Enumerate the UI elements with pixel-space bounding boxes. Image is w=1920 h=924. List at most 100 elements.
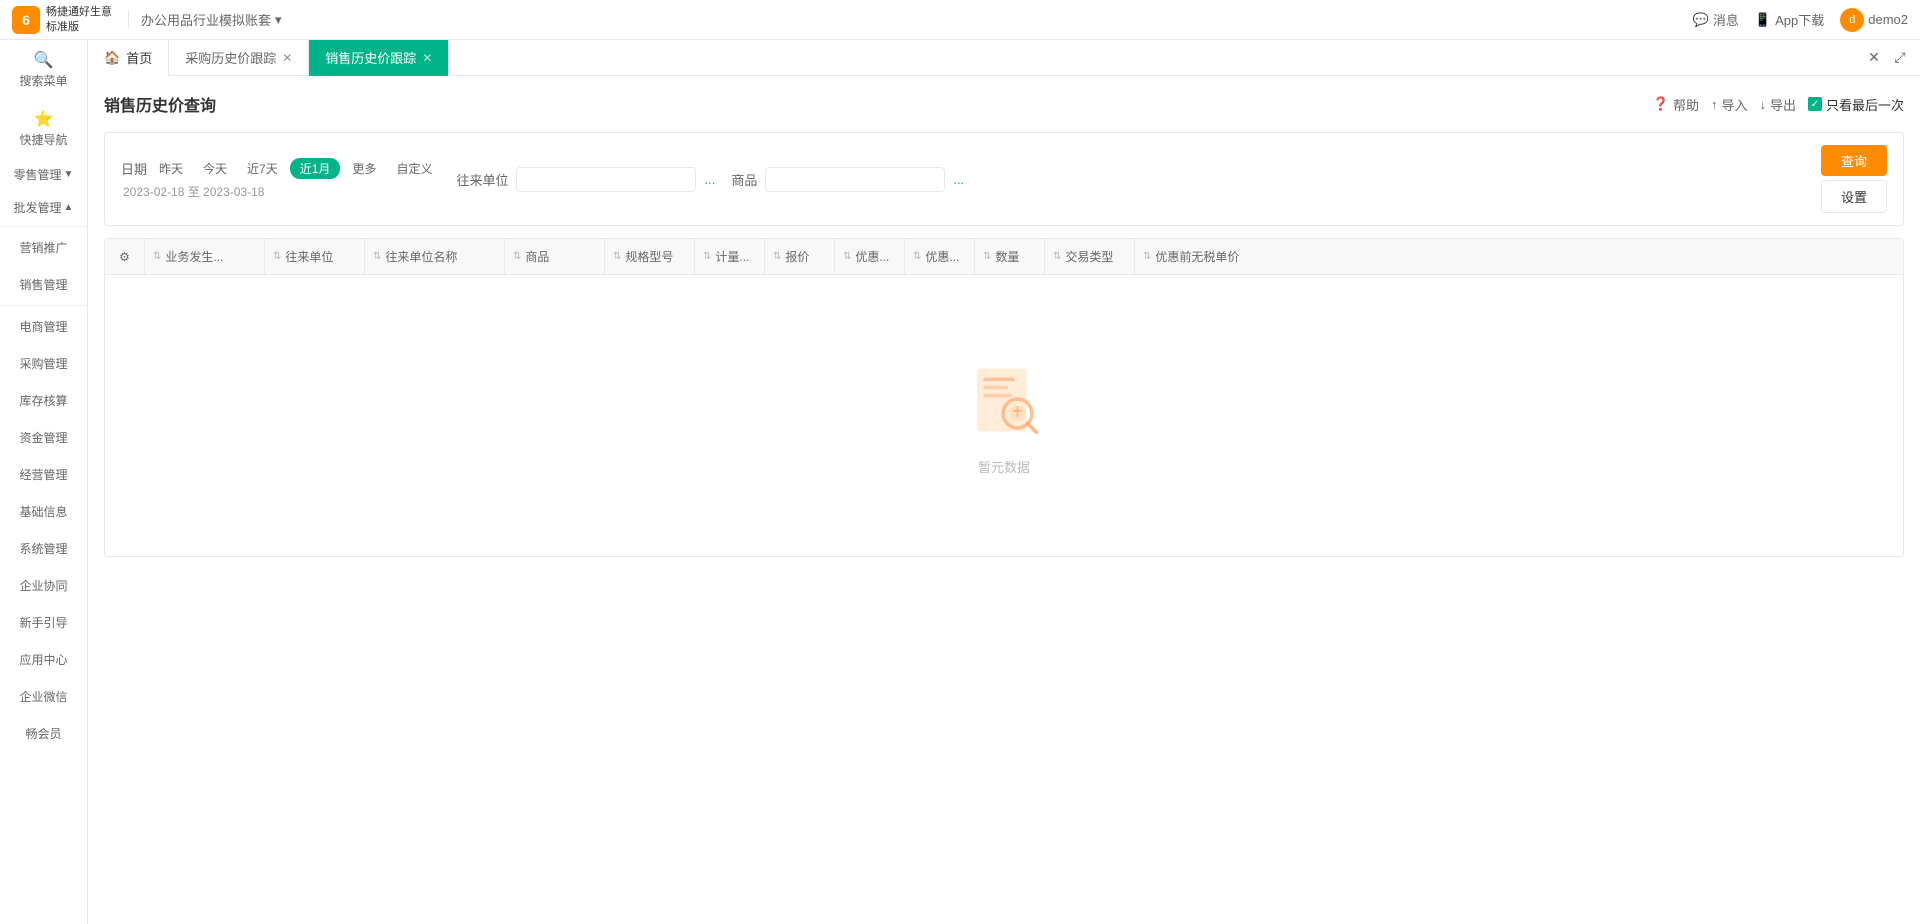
sidebar-item-label: 批发管理 (14, 199, 62, 216)
sidebar-item-label: 系统管理 (19, 540, 67, 557)
th-discount1[interactable]: ⇅ 优惠... (835, 239, 905, 274)
avatar: d (1840, 8, 1864, 32)
partner-filter: 往来单位 ... (456, 167, 715, 192)
only-last-checkbox-label[interactable]: ✓ 只看最后一次 (1808, 95, 1904, 114)
sort-icon: ⇅ (703, 251, 711, 262)
product-filter: 商品 ... (731, 167, 964, 192)
close-tab-btn[interactable]: ✕ (1862, 46, 1886, 70)
sidebar-item-label: 采购管理 (19, 355, 67, 372)
date-btn-7days[interactable]: 近7天 (239, 158, 286, 179)
th-trade-type[interactable]: ⇅ 交易类型 (1045, 239, 1135, 274)
logo-text: 畅捷通好生意 标准版 (46, 5, 112, 34)
empty-text: 暂元数据 (978, 457, 1030, 476)
sort-icon: ⇅ (913, 251, 921, 262)
sidebar-item-enterprise-collab[interactable]: 企业协同 (0, 567, 87, 604)
date-btn-custom[interactable]: 自定义 (388, 158, 440, 179)
main-layout: 🔍 搜索菜单 ⭐ 快捷导航 零售管理 ▼ 批发管理 ▲ 营销推广 销售管理 电商… (0, 40, 1920, 924)
th-biz-date[interactable]: ⇅ 业务发生... (145, 239, 265, 274)
chevron-up-icon: ▲ (64, 202, 74, 213)
chevron-down-icon: ▼ (64, 169, 74, 180)
app-download-btn[interactable]: 📱 App下载 (1755, 10, 1824, 29)
tab-close-sales[interactable]: ✕ (422, 51, 432, 65)
sidebar-item-basic-info[interactable]: 基础信息 (0, 493, 87, 530)
date-range-text: 2023-02-18 至 2023-03-18 (121, 183, 264, 200)
export-btn[interactable]: ↓ 导出 (1759, 95, 1796, 114)
date-btn-1month[interactable]: 近1月 (290, 158, 341, 179)
user-menu[interactable]: d demo2 (1840, 8, 1908, 32)
sort-icon: ⇅ (1143, 251, 1151, 262)
product-input[interactable] (765, 167, 945, 192)
only-last-checkbox[interactable]: ✓ (1808, 97, 1822, 111)
maximize-btn[interactable]: ⤢ (1888, 46, 1912, 70)
th-unit[interactable]: ⇅ 计量... (695, 239, 765, 274)
top-bar-right: 💬 消息 📱 App下载 d demo2 (1693, 8, 1908, 32)
star-icon: ⭐ (34, 109, 54, 129)
th-qty[interactable]: ⇅ 数量 (975, 239, 1045, 274)
sort-icon: ⇅ (513, 251, 521, 262)
partner-label: 往来单位 (456, 170, 508, 189)
help-btn[interactable]: ❓ 帮助 (1653, 95, 1699, 114)
sort-icon: ⇅ (983, 251, 991, 262)
sidebar-item-wholesale[interactable]: 批发管理 ▲ (0, 191, 87, 224)
search-form: 日期 昨天 今天 近7天 近1月 更多 自定义 2023-02-18 至 202… (104, 132, 1904, 226)
empty-state: 暂元数据 (105, 275, 1903, 556)
sidebar: 🔍 搜索菜单 ⭐ 快捷导航 零售管理 ▼ 批发管理 ▲ 营销推广 销售管理 电商… (0, 40, 88, 924)
message-btn[interactable]: 💬 消息 (1693, 10, 1739, 29)
tab-home[interactable]: 🏠 首页 (88, 40, 169, 76)
sidebar-item-member[interactable]: 畅会员 (0, 715, 87, 752)
product-ellipsis-btn[interactable]: ... (953, 172, 964, 187)
partner-ellipsis-btn[interactable]: ... (704, 172, 715, 187)
sidebar-item-label: 新手引导 (19, 614, 67, 631)
date-btn-yesterday[interactable]: 昨天 (151, 158, 191, 179)
sidebar-item-system[interactable]: 系统管理 (0, 530, 87, 567)
sidebar-item-search-menu[interactable]: 🔍 搜索菜单 (0, 40, 87, 99)
page-title: 销售历史价查询 (104, 92, 216, 116)
sidebar-item-retail[interactable]: 零售管理 ▼ (0, 158, 87, 191)
th-pre-tax-price[interactable]: ⇅ 优惠前无税单价 (1135, 239, 1903, 274)
sidebar-item-marketing[interactable]: 营销推广 (0, 229, 87, 266)
sidebar-item-ecommerce[interactable]: 电商管理 (0, 308, 87, 345)
right-panel: 🏠 首页 采购历史价跟踪 ✕ 销售历史价跟踪 ✕ ✕ ⤢ 销售历史价查 (88, 40, 1920, 924)
sidebar-item-label: 企业协同 (19, 577, 67, 594)
sidebar-item-purchase[interactable]: 采购管理 (0, 345, 87, 382)
partner-input[interactable] (516, 167, 696, 192)
sort-icon: ⇅ (843, 251, 851, 262)
th-settings[interactable]: ⚙ (105, 239, 145, 274)
page-header: 销售历史价查询 ❓ 帮助 ↑ 导入 ↓ 导出 (104, 92, 1904, 116)
sidebar-item-label: 应用中心 (19, 651, 67, 668)
sidebar-item-label: 经营管理 (19, 466, 67, 483)
th-product[interactable]: ⇅ 商品 (505, 239, 605, 274)
settings-button[interactable]: 设置 (1821, 180, 1887, 213)
sidebar-item-new-guide[interactable]: 新手引导 (0, 604, 87, 641)
th-partner-name[interactable]: ⇅ 往来单位名称 (365, 239, 505, 274)
query-button[interactable]: 查询 (1821, 145, 1887, 176)
sidebar-item-finance[interactable]: 资金管理 (0, 419, 87, 456)
home-icon: 🏠 (104, 50, 120, 66)
sidebar-item-ops[interactable]: 经营管理 (0, 456, 87, 493)
sidebar-item-label: 基础信息 (19, 503, 67, 520)
sidebar-item-label: 电商管理 (19, 318, 67, 335)
sidebar-item-app-center[interactable]: 应用中心 (0, 641, 87, 678)
settings-icon: ⚙ (119, 250, 130, 264)
date-btn-today[interactable]: 今天 (195, 158, 235, 179)
product-label: 商品 (731, 170, 757, 189)
sidebar-item-enterprise-wechat[interactable]: 企业微信 (0, 678, 87, 715)
sidebar-item-sales-mgmt[interactable]: 销售管理 (0, 266, 87, 303)
th-partner-code[interactable]: ⇅ 往来单位 (265, 239, 365, 274)
th-spec[interactable]: ⇅ 规格型号 (605, 239, 695, 274)
th-quote[interactable]: ⇅ 报价 (765, 239, 835, 274)
app-selector[interactable]: 办公用品行业模拟账套 ▾ (128, 10, 282, 29)
th-discount2[interactable]: ⇅ 优惠... (905, 239, 975, 274)
date-btn-more[interactable]: 更多 (344, 158, 384, 179)
sidebar-item-inventory[interactable]: 库存核算 (0, 382, 87, 419)
sidebar-item-label: 零售管理 (14, 166, 62, 183)
import-btn[interactable]: ↑ 导入 (1711, 95, 1748, 114)
export-icon: ↓ (1759, 97, 1766, 112)
page-actions: ❓ 帮助 ↑ 导入 ↓ 导出 ✓ 只看最后一次 (1653, 95, 1904, 114)
sidebar-item-label: 营销推广 (19, 239, 67, 256)
date-filter: 日期 昨天 今天 近7天 近1月 更多 自定义 2023-02-18 至 202… (121, 158, 440, 200)
tab-purchase-history[interactable]: 采购历史价跟踪 ✕ (169, 40, 309, 76)
tab-sales-history[interactable]: 销售历史价跟踪 ✕ (309, 40, 449, 76)
sidebar-item-quick-nav[interactable]: ⭐ 快捷导航 (0, 99, 87, 158)
tab-close-purchase[interactable]: ✕ (282, 51, 292, 65)
